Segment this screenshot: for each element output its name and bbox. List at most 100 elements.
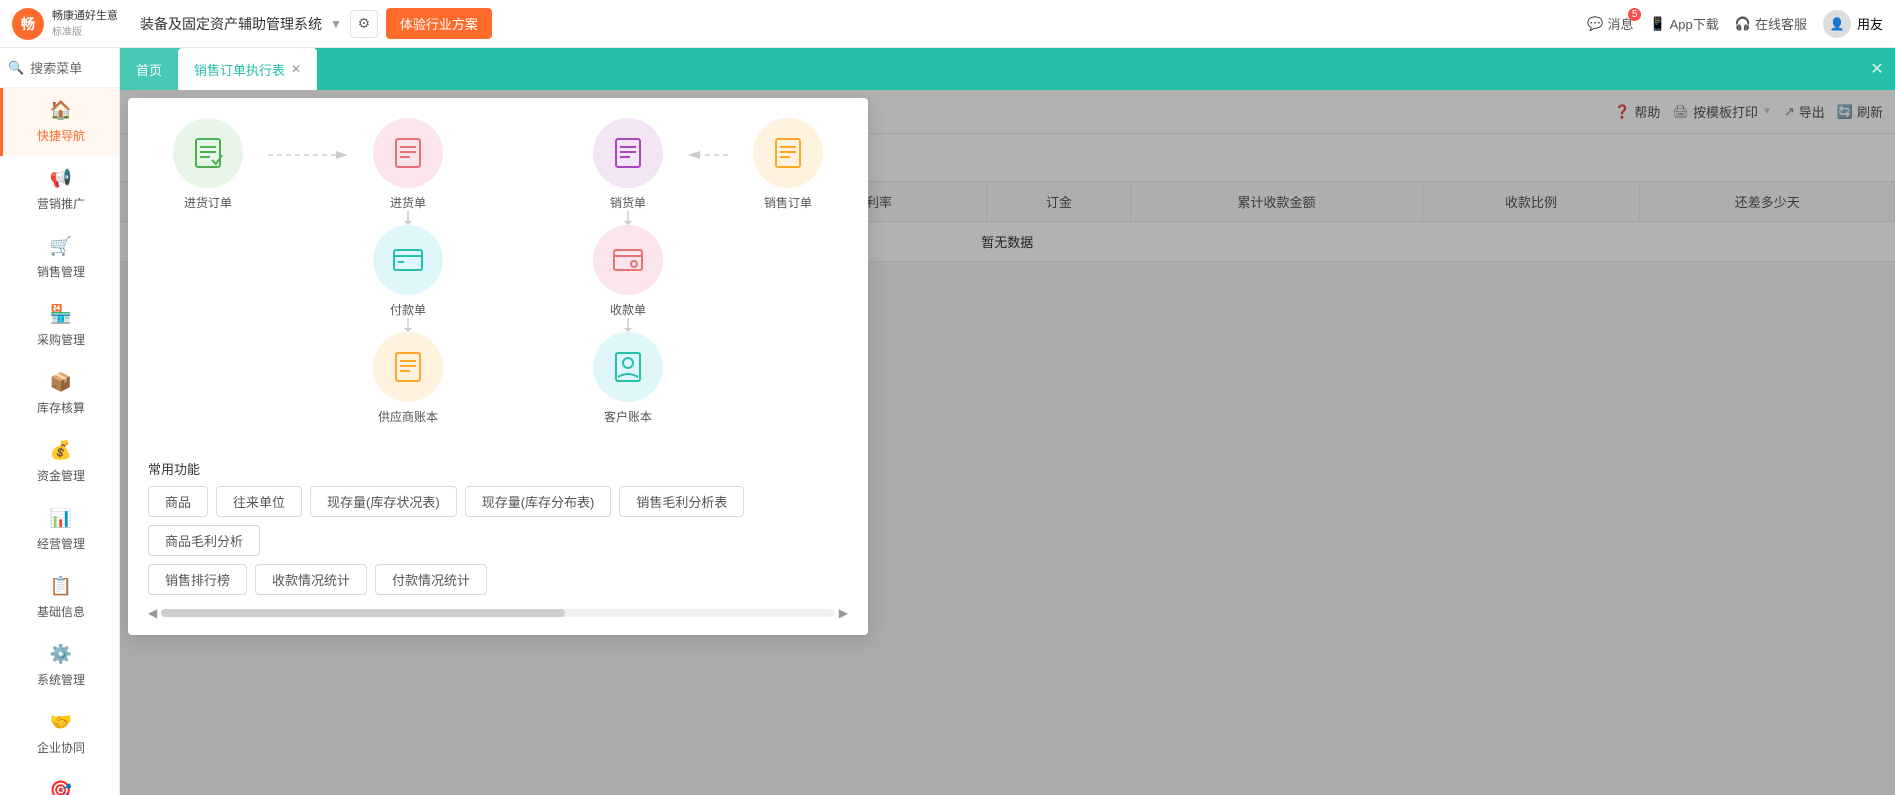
payment-label: 付款单 bbox=[390, 301, 426, 318]
sidebar-item-quick-nav[interactable]: 🏠 快捷导航 bbox=[0, 88, 119, 156]
sidebar-item-marketing[interactable]: 📢 营销推广 bbox=[0, 156, 119, 224]
sales-order-circle[interactable] bbox=[753, 118, 823, 188]
sidebar-item-enterprise[interactable]: 🤝 企业协同 bbox=[0, 700, 119, 768]
sidebar-item-inventory[interactable]: 📦 库存核算 bbox=[0, 360, 119, 428]
receipt-label: 收款单 bbox=[610, 301, 646, 318]
sidebar-item-label: 销售管理 bbox=[37, 263, 85, 280]
tab-sales-order[interactable]: 销售订单执行表 ✕ bbox=[178, 48, 317, 90]
purchase-bill-circle[interactable] bbox=[373, 118, 443, 188]
logo-area: 畅 畅康通好生意 标准版 bbox=[12, 8, 132, 40]
avatar: 👤 bbox=[1823, 10, 1851, 38]
sidebar: 🔍 搜索菜单 🏠 快捷导航 📢 营销推广 🛒 销售管理 🏪 采购管理 📦 bbox=[0, 48, 120, 795]
cf-btn-payment-stats[interactable]: 付款情况统计 bbox=[375, 564, 487, 595]
sidebar-item-label: 系统管理 bbox=[37, 671, 85, 688]
flow-node-purchase-bill[interactable]: 进货单 bbox=[348, 118, 468, 211]
sidebar-item-label: 基础信息 bbox=[37, 603, 85, 620]
sidebar-item-label: 营销推广 bbox=[37, 195, 85, 212]
page-content: ❓ 帮助 🖨 按模板打印 ▼ ↗ 导出 🔄 刷新 bbox=[120, 90, 1895, 795]
purchase-bill-label: 进货单 bbox=[390, 194, 426, 211]
flow-node-sales-order[interactable]: 销售订单 bbox=[728, 118, 848, 211]
cf-buttons: 商品 往来单位 现存量(库存状况表) 现存量(库存分布表) 销售毛利分析表 商品… bbox=[148, 486, 848, 556]
flow-node-sales-bill[interactable]: 销货单 bbox=[568, 118, 688, 211]
sidebar-item-label: 企业协同 bbox=[37, 739, 85, 756]
sidebar-item-operations[interactable]: 📊 经营管理 bbox=[0, 496, 119, 564]
sidebar-item-label: 库存核算 bbox=[37, 399, 85, 416]
logo-text: 畅康通好生意 bbox=[52, 9, 118, 23]
customer-ledger-circle[interactable] bbox=[593, 332, 663, 402]
flow-node-supplier-ledger[interactable]: 供应商账本 bbox=[348, 332, 468, 425]
sidebar-item-label: 经营管理 bbox=[37, 535, 85, 552]
flow-node-receipt[interactable]: 收款单 bbox=[568, 225, 688, 318]
cf-btn-receipt-stats[interactable]: 收款情况统计 bbox=[255, 564, 367, 595]
sales-bill-circle[interactable] bbox=[593, 118, 663, 188]
scroll-track[interactable] bbox=[161, 609, 835, 617]
operations-icon: 📊 bbox=[50, 508, 72, 529]
purchase-icon: 🏪 bbox=[50, 304, 72, 325]
cf-btn-sales-ranking[interactable]: 销售排行榜 bbox=[148, 564, 247, 595]
marketing-icon: 📢 bbox=[50, 168, 72, 189]
home-icon: 🏠 bbox=[50, 100, 72, 121]
online-service-button[interactable]: 🎧 在线客服 bbox=[1735, 14, 1807, 33]
message-icon: 💬 bbox=[1587, 16, 1603, 32]
logo-sub: 标准版 bbox=[52, 23, 118, 38]
sidebar-item-label: 资金管理 bbox=[37, 467, 85, 484]
scroll-right-button[interactable]: ▶ bbox=[839, 606, 848, 620]
purchase-order-circle[interactable] bbox=[173, 118, 243, 188]
user-name: 用友 bbox=[1857, 14, 1883, 33]
sidebar-item-basic-info[interactable]: 📋 基础信息 bbox=[0, 564, 119, 632]
cf-btn-product[interactable]: 商品 bbox=[148, 486, 208, 517]
sales-bill-label: 销货单 bbox=[610, 194, 646, 211]
content-area: 首页 销售订单执行表 ✕ ✕ ❓ 帮助 bbox=[120, 48, 1895, 795]
sales-icon: 🛒 bbox=[50, 236, 72, 257]
tab-close-all-button[interactable]: ✕ bbox=[1859, 48, 1895, 90]
supplier-ledger-circle[interactable] bbox=[373, 332, 443, 402]
sidebar-item-label: 快捷导航 bbox=[37, 127, 85, 144]
chevron-down-icon[interactable]: ▼ bbox=[330, 17, 342, 31]
sidebar-item-system[interactable]: ⚙️ 系统管理 bbox=[0, 632, 119, 700]
tab-bar: 首页 销售订单执行表 ✕ ✕ bbox=[120, 48, 1895, 90]
sidebar-item-beginner[interactable]: 🎯 新手引导 bbox=[0, 768, 119, 795]
beginner-icon: 🎯 bbox=[50, 780, 72, 795]
sidebar-item-label: 采购管理 bbox=[37, 331, 85, 348]
tab-close-button[interactable]: ✕ bbox=[291, 62, 301, 76]
scroll-left-button[interactable]: ◀ bbox=[148, 606, 157, 620]
flow-node-purchase-order[interactable]: 进货订单 bbox=[148, 118, 268, 211]
app-download-button[interactable]: 📱 App下载 bbox=[1649, 14, 1718, 33]
cf-buttons-row2: 销售排行榜 收款情况统计 付款情况统计 bbox=[148, 564, 848, 595]
cf-btn-sales-margin[interactable]: 销售毛利分析表 bbox=[619, 486, 744, 517]
finance-icon: 💰 bbox=[50, 440, 72, 461]
sales-order-label: 销售订单 bbox=[764, 194, 812, 211]
common-functions: 常用功能 商品 往来单位 现存量(库存状况表) 现存量(库存分布表) 销售毛利分… bbox=[148, 459, 848, 595]
trial-button[interactable]: 体验行业方案 bbox=[386, 8, 492, 39]
modal-box: 进货订单 bbox=[128, 98, 868, 635]
enterprise-icon: 🤝 bbox=[50, 712, 72, 733]
settings-gear-button[interactable]: ⚙ bbox=[350, 10, 378, 38]
sidebar-item-sales[interactable]: 🛒 销售管理 bbox=[0, 224, 119, 292]
user-area[interactable]: 👤 用友 bbox=[1823, 10, 1883, 38]
cf-btn-partner[interactable]: 往来单位 bbox=[216, 486, 302, 517]
cf-title: 常用功能 bbox=[148, 459, 848, 478]
sidebar-item-finance[interactable]: 💰 资金管理 bbox=[0, 428, 119, 496]
supplier-ledger-label: 供应商账本 bbox=[378, 408, 438, 425]
payment-circle[interactable] bbox=[373, 225, 443, 295]
purchase-order-label: 进货订单 bbox=[184, 194, 232, 211]
sidebar-item-purchase[interactable]: 🏪 采购管理 bbox=[0, 292, 119, 360]
modal-overlay[interactable]: 进货订单 bbox=[120, 90, 1895, 795]
inventory-icon: 📦 bbox=[50, 372, 72, 393]
cf-btn-stock-distribution[interactable]: 现存量(库存分布表) bbox=[465, 486, 612, 517]
message-badge: 5 bbox=[1628, 8, 1642, 21]
system-icon: ⚙️ bbox=[50, 644, 72, 665]
cf-btn-product-margin[interactable]: 商品毛利分析 bbox=[148, 525, 260, 556]
cf-btn-stock-status[interactable]: 现存量(库存状况表) bbox=[310, 486, 457, 517]
modal-scrollbar: ◀ ▶ bbox=[148, 607, 848, 619]
search-icon: 🔍 bbox=[8, 60, 24, 76]
receipt-circle[interactable] bbox=[593, 225, 663, 295]
message-button[interactable]: 💬 消息 5 bbox=[1587, 14, 1633, 33]
flow-node-payment[interactable]: 付款单 bbox=[348, 225, 468, 318]
search-menu-button[interactable]: 🔍 搜索菜单 bbox=[0, 48, 119, 88]
tab-home[interactable]: 首页 bbox=[120, 48, 178, 90]
logo-icon: 畅 bbox=[12, 8, 44, 40]
customer-ledger-label: 客户账本 bbox=[604, 408, 652, 425]
service-icon: 🎧 bbox=[1735, 16, 1751, 32]
flow-node-customer-ledger[interactable]: 客户账本 bbox=[568, 332, 688, 425]
